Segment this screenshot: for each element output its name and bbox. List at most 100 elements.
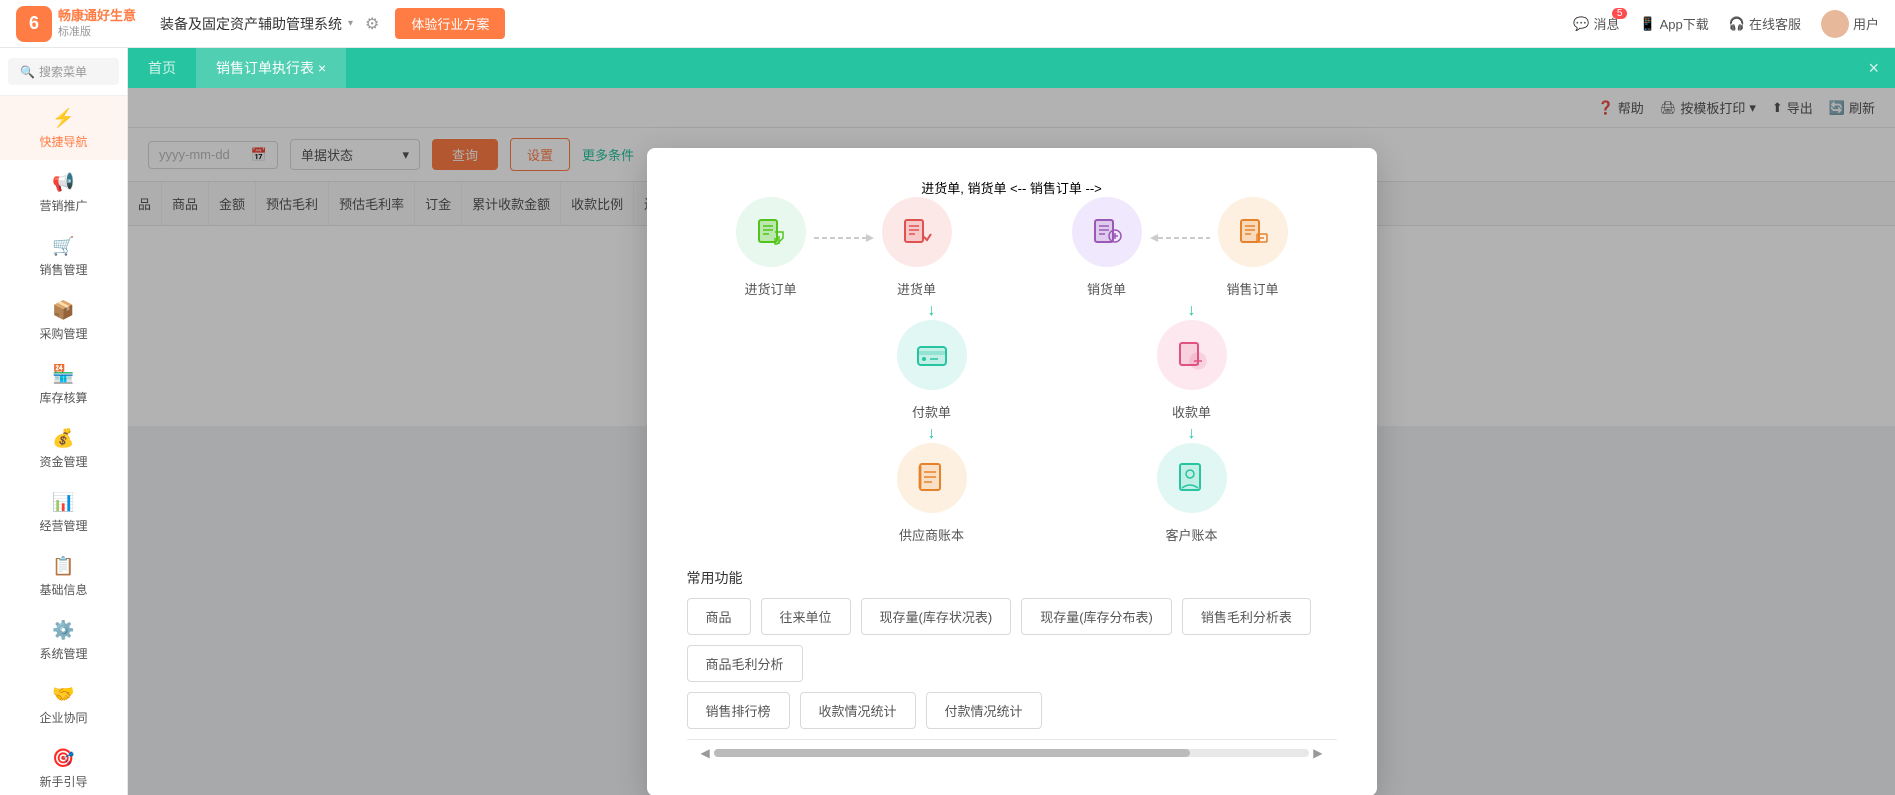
sidebar-label-7: 基础信息	[39, 581, 87, 598]
sidebar-item-4[interactable]: 🏪 库存核算	[0, 352, 127, 416]
modal: 进货单, 销货单 <-- 销售订单 -->	[647, 148, 1377, 795]
func-btn-product-margin[interactable]: 商品毛利分析	[687, 645, 803, 682]
flow-label-supplier-ledger: 供应商账本	[899, 525, 964, 544]
user-btn[interactable]: 用户	[1821, 10, 1879, 38]
tab-sales-order-label: 销售订单执行表	[216, 58, 314, 78]
logo-line2: 标准版	[58, 25, 136, 39]
flow-item-supplier-ledger: 供应商账本	[897, 443, 967, 544]
sidebar-icon-9: 🤝	[52, 684, 74, 705]
flow-item-customer-ledger: 客户账本	[1157, 443, 1227, 544]
flow-circle-supplier-ledger	[897, 443, 967, 513]
sidebar-label-9: 企业协同	[39, 709, 87, 726]
sidebar-label-10: 新手引导	[39, 773, 87, 790]
online-service-btn[interactable]: 🎧 在线客服	[1729, 14, 1801, 33]
sidebar-icon-2: 🛒	[52, 236, 74, 257]
sidebar-icon-10: 🎯	[52, 748, 74, 769]
sidebar-icon-5: 💰	[52, 428, 74, 449]
tab-home-label: 首页	[148, 58, 176, 78]
func-btn-counterpart[interactable]: 往来单位	[761, 598, 851, 635]
tab-home[interactable]: 首页	[128, 48, 196, 88]
sidebar-item-7[interactable]: 📋 基础信息	[0, 544, 127, 608]
func-btn-stock-dist[interactable]: 现存量(库存分布表)	[1021, 598, 1172, 635]
tab-bar: 首页 销售订单执行表 × ×	[128, 48, 1895, 88]
sidebar-item-9[interactable]: 🤝 企业协同	[0, 672, 127, 736]
sidebar-icon-1: 📢	[52, 172, 74, 193]
sidebar-item-6[interactable]: 📊 经营管理	[0, 480, 127, 544]
sidebar-item-1[interactable]: 📢 营销推广	[0, 160, 127, 224]
flow-item-purchase: 进货单	[882, 197, 952, 298]
sidebar-search-inner[interactable]: 🔍 搜索菜单	[8, 58, 119, 85]
func-btn-receipt-stats[interactable]: 收款情况统计	[800, 692, 916, 729]
dropdown-arrow-icon[interactable]: ▾	[348, 18, 353, 29]
online-service-label: 在线客服	[1749, 14, 1801, 33]
tab-close-icon[interactable]: ×	[318, 60, 326, 76]
app-download-btn[interactable]: 📱 App下载	[1639, 14, 1708, 33]
sidebar-label-8: 系统管理	[39, 645, 87, 662]
func-btn-payment-stats[interactable]: 付款情况统计	[926, 692, 1042, 729]
flow-label-receipt: 收款单	[1172, 402, 1211, 421]
flow-item-purchase-order: 进货订单	[736, 197, 806, 298]
user-label: 用户	[1853, 14, 1879, 33]
sidebar-icon-8: ⚙️	[52, 620, 74, 641]
system-name: 装备及固定资产辅助管理系统	[160, 14, 342, 34]
common-funcs-title: 常用功能	[687, 568, 1337, 588]
scroll-right-btn[interactable]: ▶	[1309, 746, 1326, 760]
common-funcs: 常用功能 商品 往来单位 现存量(库存状况表) 现存量(库存分布表) 销售毛利分…	[687, 568, 1337, 729]
sidebar-icon-7: 📋	[52, 556, 74, 577]
logo-icon: 6	[16, 6, 52, 42]
top-bar-right: 💬 消息 5 📱 App下载 🎧 在线客服 用户	[1573, 10, 1879, 38]
scroll-track	[714, 749, 1310, 757]
flow-circle-purchase-order	[736, 197, 806, 267]
experience-btn[interactable]: 体验行业方案	[395, 8, 505, 39]
sidebar-label-2: 销售管理	[39, 261, 87, 278]
main-area: 🔍 搜索菜单 ⚡ 快捷导航 📢 营销推广 🛒 销售管理 📦 采购管理	[0, 48, 1895, 795]
close-window-btn[interactable]: ×	[1868, 58, 1879, 79]
sidebar-item-0[interactable]: ⚡ 快捷导航	[0, 96, 127, 160]
flow-label-purchase-order: 进货订单	[744, 279, 796, 298]
sidebar: 🔍 搜索菜单 ⚡ 快捷导航 📢 营销推广 🛒 销售管理 📦 采购管理	[0, 48, 128, 795]
sidebar-label-5: 资金管理	[39, 453, 87, 470]
modal-overlay[interactable]: 进货单, 销货单 <-- 销售订单 -->	[128, 88, 1895, 795]
top-bar: 6 畅康通好生意 标准版 装备及固定资产辅助管理系统 ▾ ⚙ 体验行业方案 💬 …	[0, 0, 1895, 48]
logo-text: 畅康通好生意 标准版	[58, 8, 136, 39]
sidebar-item-5[interactable]: 💰 资金管理	[0, 416, 127, 480]
message-badge: 5	[1612, 8, 1628, 19]
func-row-1: 商品 往来单位 现存量(库存状况表) 现存量(库存分布表) 销售毛利分析表 商品…	[687, 598, 1337, 682]
scroll-thumb[interactable]	[714, 749, 1190, 757]
flow-circle-sales-order	[1218, 197, 1288, 267]
message-btn[interactable]: 💬 消息 5	[1573, 14, 1619, 33]
sidebar-icon-6: 📊	[52, 492, 74, 513]
tab-sales-order[interactable]: 销售订单执行表 ×	[196, 48, 346, 88]
online-service-icon: 🎧	[1729, 16, 1745, 32]
scroll-bar-area: ◀ ▶	[687, 739, 1337, 766]
logo-line1: 畅康通好生意	[58, 8, 136, 25]
flow-item-receipt: 收款单	[1157, 320, 1227, 421]
sidebar-label-4: 库存核算	[39, 389, 87, 406]
gear-icon[interactable]: ⚙	[365, 14, 379, 34]
top-bar-middle: 装备及固定资产辅助管理系统 ▾ ⚙ 体验行业方案	[144, 8, 1573, 39]
flow-item-payment: 付款单	[897, 320, 967, 421]
sidebar-item-8[interactable]: ⚙️ 系统管理	[0, 608, 127, 672]
func-btn-sales-margin[interactable]: 销售毛利分析表	[1182, 598, 1311, 635]
search-label: 搜索菜单	[39, 63, 87, 80]
func-btn-sales-ranking[interactable]: 销售排行榜	[687, 692, 790, 729]
sidebar-item-10[interactable]: 🎯 新手引导	[0, 736, 127, 795]
scroll-left-btn[interactable]: ◀	[697, 746, 714, 760]
flow-circle-customer-ledger	[1157, 443, 1227, 513]
sidebar-label-0: 快捷导航	[39, 133, 87, 150]
avatar-text	[1821, 10, 1849, 38]
sidebar-search[interactable]: 🔍 搜索菜单	[0, 48, 127, 96]
flow-label-sales: 销货单	[1087, 279, 1126, 298]
page-content: ❓ 帮助 🖨 按模板打印 ▾ ⬆ 导出 🔄 刷新	[128, 88, 1895, 795]
logo-area: 6 畅康通好生意 标准版	[16, 6, 144, 42]
flow-label-sales-order: 销售订单	[1226, 279, 1278, 298]
flow-label-customer-ledger: 客户账本	[1165, 525, 1217, 544]
sidebar-item-3[interactable]: 📦 采购管理	[0, 288, 127, 352]
func-btn-stock-status[interactable]: 现存量(库存状况表)	[861, 598, 1012, 635]
func-btn-product[interactable]: 商品	[687, 598, 751, 635]
message-icon: 💬	[1573, 16, 1589, 32]
flow-circle-receipt	[1157, 320, 1227, 390]
search-icon: 🔍	[20, 65, 35, 79]
sidebar-item-2[interactable]: 🛒 销售管理	[0, 224, 127, 288]
flow-diagram: 进货单, 销货单 <-- 销售订单 -->	[687, 178, 1337, 544]
